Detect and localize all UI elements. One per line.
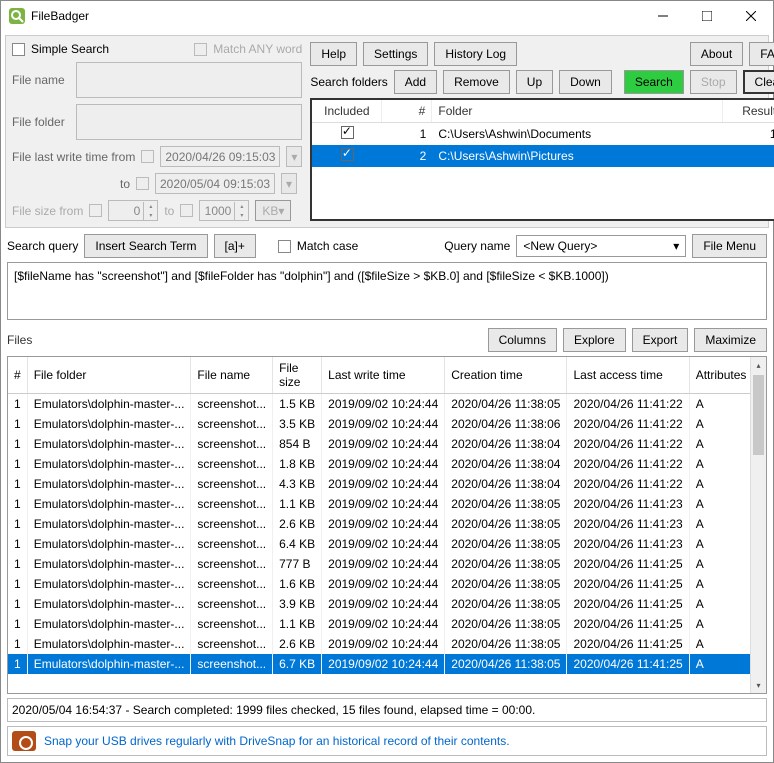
stop-button: Stop	[690, 70, 737, 94]
insert-search-term-button[interactable]: Insert Search Term	[84, 234, 207, 258]
grid-col-folder[interactable]: File folder	[27, 357, 191, 394]
file-name-input[interactable]	[76, 62, 302, 98]
table-row[interactable]: 1Emulators\dolphin-master-...screenshot.…	[8, 654, 750, 674]
size-to-label: to	[164, 204, 174, 218]
table-row[interactable]: 1Emulators\dolphin-master-...screenshot.…	[8, 494, 750, 514]
table-row[interactable]: 1Emulators\dolphin-master-...screenshot.…	[8, 454, 750, 474]
col-folder[interactable]: Folder	[432, 100, 723, 122]
scroll-down-icon[interactable]: ▾	[751, 677, 766, 693]
folders-table[interactable]: Included # Folder Results 1C:\Users\Ashw…	[310, 98, 774, 221]
window-title: FileBadger	[31, 9, 641, 23]
top-panel: Simple Search Match ANY word File name F…	[5, 35, 769, 228]
simple-search-label: Simple Search	[31, 42, 109, 56]
faq-button[interactable]: FAQ	[749, 42, 774, 66]
table-row[interactable]: 1Emulators\dolphin-master-...screenshot.…	[8, 614, 750, 634]
search-query-label: Search query	[7, 239, 78, 253]
file-name-label: File name	[12, 73, 70, 87]
grid-col-creation[interactable]: Creation time	[445, 357, 567, 394]
settings-button[interactable]: Settings	[363, 42, 428, 66]
table-row[interactable]: 1Emulators\dolphin-master-...screenshot.…	[8, 394, 750, 415]
query-name-label: Query name	[444, 239, 510, 253]
scroll-up-icon[interactable]: ▴	[751, 357, 766, 373]
clear-button[interactable]: Clear	[743, 70, 774, 94]
status-bar: 2020/05/04 16:54:37 - Search completed: …	[7, 698, 767, 722]
table-row[interactable]: 1Emulators\dolphin-master-...screenshot.…	[8, 434, 750, 454]
file-folder-label: File folder	[12, 115, 70, 129]
minimize-button[interactable]	[641, 1, 685, 31]
grid-scrollbar[interactable]: ▴ ▾	[750, 357, 766, 693]
grid-col-attr[interactable]: Attributes	[689, 357, 750, 394]
col-num[interactable]: #	[382, 100, 432, 122]
date-from-checkbox[interactable]	[141, 150, 154, 163]
size-unit-dropdown[interactable]: KB ▾	[255, 200, 291, 221]
grid-col-name[interactable]: File name	[191, 357, 273, 394]
maximize-button[interactable]	[685, 1, 729, 31]
grid-col-num[interactable]: #	[8, 357, 27, 394]
file-size-from-label: File size from	[12, 204, 83, 218]
date-to-dropdown-icon[interactable]: ▾	[281, 173, 297, 194]
search-folders-label: Search folders	[310, 75, 387, 89]
size-to-checkbox	[180, 204, 193, 217]
date-to-checkbox[interactable]	[136, 177, 149, 190]
match-case-label: Match case	[297, 239, 358, 253]
add-folder-button[interactable]: Add	[394, 70, 437, 94]
table-row[interactable]: 1Emulators\dolphin-master-...screenshot.…	[8, 634, 750, 654]
down-button[interactable]: Down	[559, 70, 612, 94]
date-from-input[interactable]	[160, 146, 280, 167]
match-case-checkbox[interactable]	[278, 240, 291, 253]
grid-col-size[interactable]: File size	[273, 357, 322, 394]
query-name-dropdown[interactable]: <New Query>▾	[516, 235, 686, 257]
size-from-checkbox	[89, 204, 102, 217]
size-max-input[interactable]: 1000▴▾	[199, 200, 249, 221]
last-write-from-label: File last write time from	[12, 150, 135, 164]
results-grid[interactable]: # File folder File name File size Last w…	[7, 356, 767, 694]
files-label: Files	[7, 333, 482, 347]
regex-button[interactable]: [a]+	[214, 234, 256, 258]
up-button[interactable]: Up	[516, 70, 553, 94]
scroll-thumb[interactable]	[753, 375, 764, 455]
history-log-button[interactable]: History Log	[434, 42, 517, 66]
simple-search-checkbox[interactable]	[12, 43, 25, 56]
close-button[interactable]	[729, 1, 773, 31]
table-row[interactable]: 1Emulators\dolphin-master-...screenshot.…	[8, 554, 750, 574]
table-row[interactable]: 1Emulators\dolphin-master-...screenshot.…	[8, 534, 750, 554]
to-label: to	[12, 177, 130, 191]
folder-row[interactable]: 1C:\Users\Ashwin\Documents15	[312, 123, 774, 145]
grid-col-lastwrite[interactable]: Last write time	[322, 357, 445, 394]
footer: Snap your USB drives regularly with Driv…	[7, 726, 767, 756]
date-from-dropdown-icon[interactable]: ▾	[286, 146, 302, 167]
size-min-input[interactable]: 0▴▾	[108, 200, 158, 221]
folder-include-checkbox[interactable]	[341, 126, 354, 139]
col-included[interactable]: Included	[312, 100, 382, 122]
table-row[interactable]: 1Emulators\dolphin-master-...screenshot.…	[8, 514, 750, 534]
table-row[interactable]: 1Emulators\dolphin-master-...screenshot.…	[8, 474, 750, 494]
date-to-input[interactable]	[155, 173, 275, 194]
match-any-label: Match ANY word	[213, 42, 302, 56]
help-button[interactable]: Help	[310, 42, 357, 66]
footer-link[interactable]: Snap your USB drives regularly with Driv…	[44, 734, 510, 748]
file-menu-button[interactable]: File Menu	[692, 234, 767, 258]
export-button[interactable]: Export	[632, 328, 689, 352]
file-folder-input[interactable]	[76, 104, 302, 140]
table-row[interactable]: 1Emulators\dolphin-master-...screenshot.…	[8, 574, 750, 594]
table-row[interactable]: 1Emulators\dolphin-master-...screenshot.…	[8, 594, 750, 614]
maximize-files-button[interactable]: Maximize	[694, 328, 767, 352]
col-results[interactable]: Results	[723, 100, 774, 122]
table-row[interactable]: 1Emulators\dolphin-master-...screenshot.…	[8, 414, 750, 434]
remove-folder-button[interactable]: Remove	[443, 70, 510, 94]
explore-button[interactable]: Explore	[563, 328, 626, 352]
grid-col-lastaccess[interactable]: Last access time	[567, 357, 689, 394]
folder-include-checkbox[interactable]	[341, 148, 354, 161]
search-button[interactable]: Search	[624, 70, 684, 94]
titlebar: FileBadger	[1, 1, 773, 31]
match-any-checkbox	[194, 43, 207, 56]
query-textbox[interactable]: [$fileName has "screenshot"] and [$fileF…	[7, 262, 767, 320]
folder-row[interactable]: 2C:\Users\Ashwin\Pictures0	[312, 145, 774, 167]
columns-button[interactable]: Columns	[488, 328, 557, 352]
about-button[interactable]: About	[690, 42, 743, 66]
camera-icon	[12, 731, 36, 751]
app-icon	[9, 8, 25, 24]
